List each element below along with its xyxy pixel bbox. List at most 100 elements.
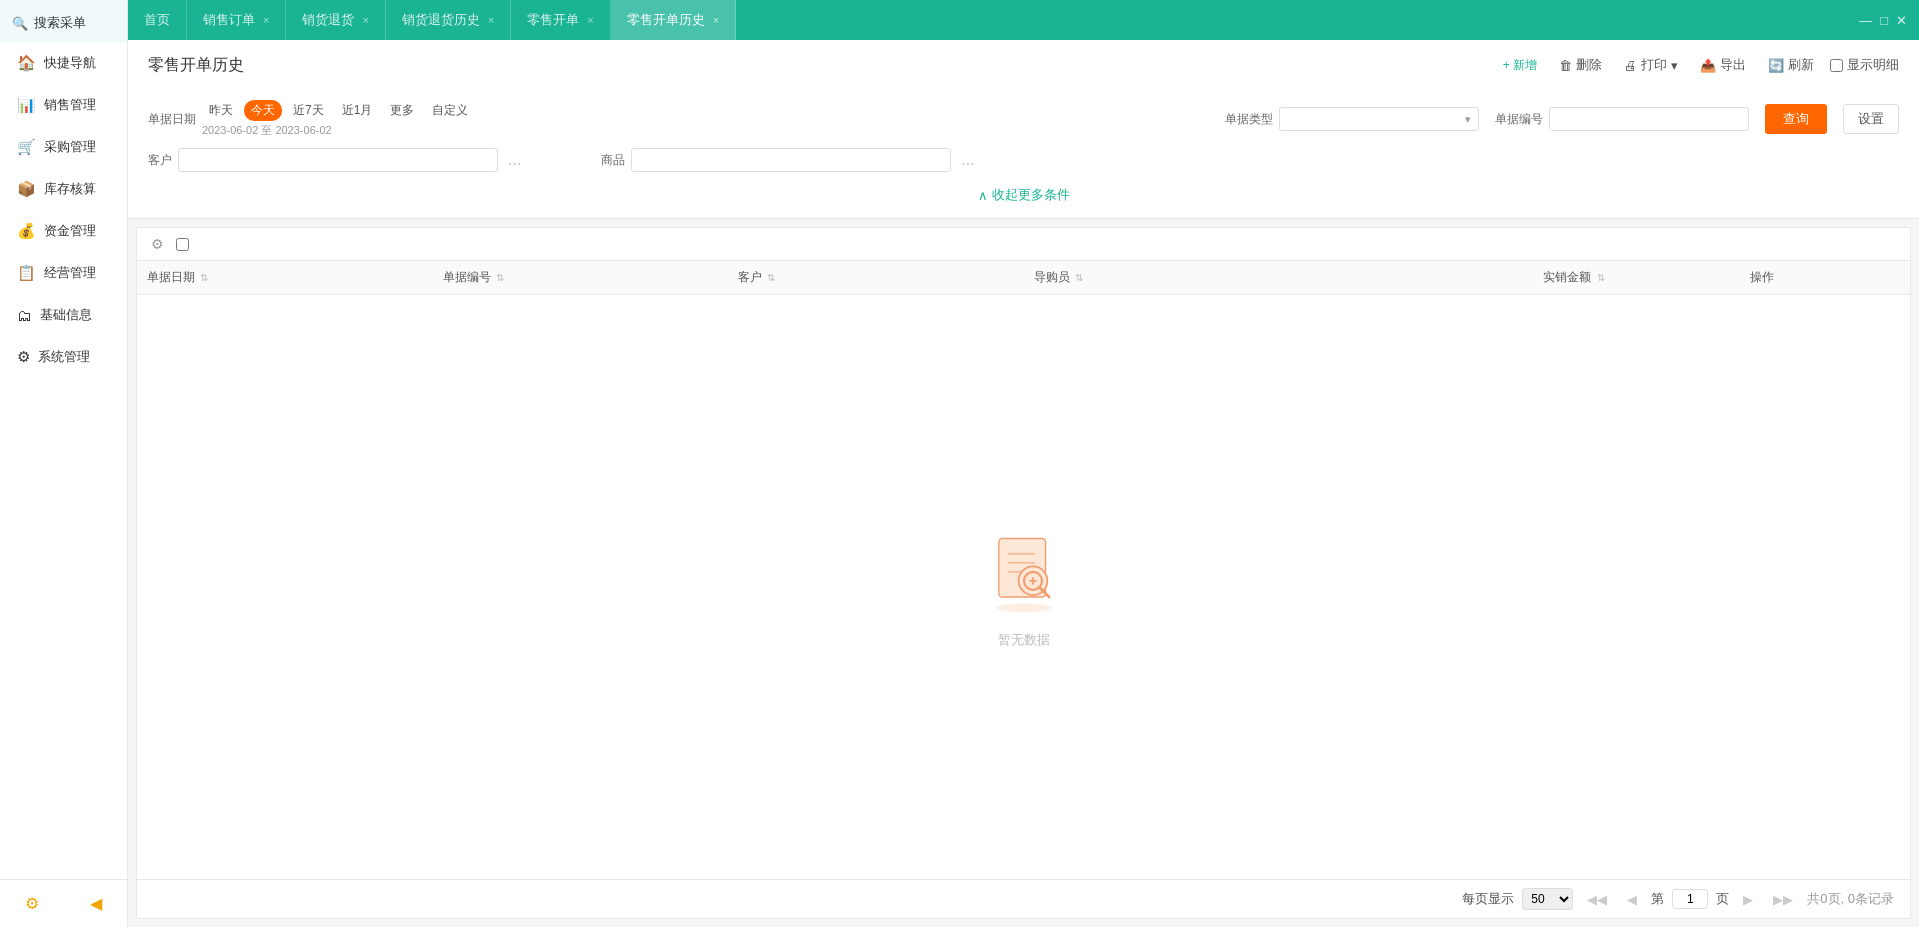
date-options: 昨天今天近7天近1月更多自定义 bbox=[202, 100, 475, 121]
goods-filter-group: 商品 ... bbox=[601, 148, 978, 172]
no-filter-group: 单据编号 bbox=[1495, 107, 1749, 131]
nav-label-sales-mgmt: 销售管理 bbox=[44, 96, 96, 114]
empty-illustration bbox=[979, 525, 1069, 615]
tab-retail-open[interactable]: 零售开单× bbox=[511, 0, 610, 40]
filter-area: 单据日期 昨天今天近7天近1月更多自定义2023-06-02 至 2023-06… bbox=[148, 90, 1899, 218]
nav-label-operations: 经营管理 bbox=[44, 264, 96, 282]
goods-more-icon[interactable]: ... bbox=[957, 149, 978, 171]
date-opt-近1月[interactable]: 近1月 bbox=[335, 100, 380, 121]
svg-point-0 bbox=[997, 603, 1051, 612]
sidebar-settings-icon[interactable]: ⚙ bbox=[17, 890, 47, 917]
sidebar-nav: 🏠快捷导航 📊 销售管理 🛒采购管理 📦 库存核算 💰 资金管理 📋 经营管理 🗂基础信息⚙系统管理 bbox=[0, 42, 127, 879]
sidebar-item-quick-nav[interactable]: 🏠快捷导航 bbox=[0, 42, 127, 84]
goods-input[interactable] bbox=[631, 148, 951, 172]
page-input[interactable] bbox=[1672, 889, 1708, 909]
customer-more-icon[interactable]: ... bbox=[504, 149, 525, 171]
col-date[interactable]: 单据日期 ⇅ bbox=[137, 261, 433, 295]
toolbar: + 新增 🗑 删除 🖨 打印 ▾ 📤 导出 🔄 bbox=[1497, 52, 1899, 78]
print-dropdown-icon[interactable]: ▾ bbox=[1671, 58, 1678, 73]
date-opt-昨天[interactable]: 昨天 bbox=[202, 100, 240, 121]
display-toggle[interactable]: 显示明细 bbox=[1830, 56, 1899, 74]
sidebar-item-operations[interactable]: 📋 经营管理 bbox=[0, 252, 127, 294]
tab-close-sales-return-history[interactable]: × bbox=[488, 14, 494, 26]
main-area: 首页销售订单×销货退货×销货退货历史×零售开单×零售开单历史× — □ ✕ 零售… bbox=[128, 0, 1919, 927]
date-opt-自定义[interactable]: 自定义 bbox=[425, 100, 475, 121]
print-button[interactable]: 🖨 打印 ▾ bbox=[1618, 52, 1684, 78]
tab-bar-right: — □ ✕ bbox=[1859, 0, 1919, 40]
display-toggle-checkbox[interactable] bbox=[1830, 59, 1843, 72]
col-amount[interactable]: 实销金额 ⇅ bbox=[1319, 261, 1615, 295]
select-all-checkbox[interactable] bbox=[176, 238, 189, 251]
nav-icon-operations: 📋 bbox=[17, 264, 36, 282]
sidebar-item-finance[interactable]: 💰 资金管理 bbox=[0, 210, 127, 252]
tab-close-sales-order[interactable]: × bbox=[263, 14, 269, 26]
tab-close-retail-open[interactable]: × bbox=[587, 14, 593, 26]
tab-bar: 首页销售订单×销货退货×销货退货历史×零售开单×零售开单历史× — □ ✕ bbox=[128, 0, 1919, 40]
tab-retail-open-history[interactable]: 零售开单历史× bbox=[611, 0, 736, 40]
sidebar-search[interactable]: 🔍 搜索采单 bbox=[0, 0, 127, 42]
tab-label-home: 首页 bbox=[144, 11, 170, 29]
export-button[interactable]: 📤 导出 bbox=[1694, 52, 1752, 78]
date-label: 单据日期 bbox=[148, 111, 196, 128]
nav-icon-quick-nav: 🏠 bbox=[17, 54, 36, 72]
type-select[interactable] bbox=[1279, 107, 1479, 131]
type-filter-group: 单据类型 bbox=[1225, 107, 1479, 131]
filter-row-2: 客户 ... 商品 ... bbox=[148, 148, 1899, 172]
sidebar-item-inventory[interactable]: 📦 库存核算 bbox=[0, 168, 127, 210]
prev-page-btn[interactable]: ◀ bbox=[1621, 890, 1643, 909]
sidebar-bottom: ⚙ ◀ bbox=[0, 879, 127, 927]
nav-icon-sales-mgmt: 📊 bbox=[17, 96, 36, 114]
tab-sales-order[interactable]: 销售订单× bbox=[187, 0, 286, 40]
date-opt-近7天[interactable]: 近7天 bbox=[286, 100, 331, 121]
nav-label-inventory: 库存核算 bbox=[44, 180, 96, 198]
tab-close-sales-return[interactable]: × bbox=[362, 14, 368, 26]
next-page-btn[interactable]: ▶ bbox=[1737, 890, 1759, 909]
date-opt-今天[interactable]: 今天 bbox=[244, 100, 282, 121]
date-opt-更多[interactable]: 更多 bbox=[383, 100, 421, 121]
nav-icon-inventory: 📦 bbox=[17, 180, 36, 198]
delete-button[interactable]: 🗑 删除 bbox=[1553, 52, 1608, 78]
nav-label-finance: 资金管理 bbox=[44, 222, 96, 240]
tab-label-sales-return-history: 销货退货历史 bbox=[402, 11, 480, 29]
date-filter-group: 单据日期 昨天今天近7天近1月更多自定义2023-06-02 至 2023-06… bbox=[148, 100, 475, 138]
tab-sales-return-history[interactable]: 销货退货历史 × bbox=[386, 0, 511, 40]
collapse-label: 收起更多条件 bbox=[992, 186, 1070, 204]
refresh-icon: 🔄 bbox=[1768, 58, 1784, 73]
empty-area: 暂无数据 bbox=[137, 295, 1910, 879]
table-header: 单据日期 ⇅单据编号 ⇅客户 ⇅导购员 ⇅实销金额 ⇅操作 bbox=[137, 261, 1910, 295]
delete-icon: 🗑 bbox=[1559, 58, 1572, 73]
window-max-btn[interactable]: □ bbox=[1880, 13, 1888, 28]
no-input[interactable] bbox=[1549, 107, 1749, 131]
table-settings-icon[interactable]: ⚙ bbox=[147, 234, 168, 254]
sidebar-item-purchase-mgmt[interactable]: 🛒采购管理 bbox=[0, 126, 127, 168]
customer-input[interactable] bbox=[178, 148, 498, 172]
per-page-select[interactable]: 50 20 100 bbox=[1522, 888, 1573, 910]
col-guide[interactable]: 导购员 ⇅ bbox=[1024, 261, 1320, 295]
tab-home[interactable]: 首页 bbox=[128, 0, 187, 40]
sidebar-item-basic-info[interactable]: 🗂基础信息 bbox=[0, 294, 127, 336]
sidebar-collapse-icon[interactable]: ◀ bbox=[82, 890, 110, 917]
sort-icon-no: ⇅ bbox=[496, 272, 504, 283]
refresh-button[interactable]: 🔄 刷新 bbox=[1762, 52, 1820, 78]
page-title: 零售开单历史 bbox=[148, 55, 244, 76]
collapse-link[interactable]: ∧ 收起更多条件 bbox=[148, 182, 1899, 212]
search-icon: 🔍 bbox=[12, 16, 28, 31]
sidebar-item-sales-mgmt[interactable]: 📊 销售管理 bbox=[0, 84, 127, 126]
query-button[interactable]: 查询 bbox=[1765, 104, 1827, 134]
last-page-btn[interactable]: ▶▶ bbox=[1767, 890, 1799, 909]
table-toolbar: ⚙ bbox=[137, 228, 1910, 261]
tab-close-retail-open-history[interactable]: × bbox=[713, 14, 719, 26]
empty-text: 暂无数据 bbox=[998, 631, 1050, 649]
nav-icon-finance: 💰 bbox=[17, 222, 36, 240]
window-min-btn[interactable]: — bbox=[1859, 13, 1872, 28]
tab-sales-return[interactable]: 销货退货× bbox=[286, 0, 385, 40]
first-page-btn[interactable]: ◀◀ bbox=[1581, 890, 1613, 909]
setting-button[interactable]: 设置 bbox=[1843, 104, 1899, 134]
col-customer[interactable]: 客户 ⇅ bbox=[728, 261, 1024, 295]
page-label: 第 bbox=[1651, 890, 1664, 908]
window-close-btn[interactable]: ✕ bbox=[1896, 13, 1907, 28]
page-suffix: 页 bbox=[1716, 890, 1729, 908]
col-no[interactable]: 单据编号 ⇅ bbox=[433, 261, 729, 295]
sidebar-item-sys-mgmt[interactable]: ⚙系统管理 bbox=[0, 336, 127, 378]
add-button[interactable]: + 新增 bbox=[1497, 53, 1543, 78]
